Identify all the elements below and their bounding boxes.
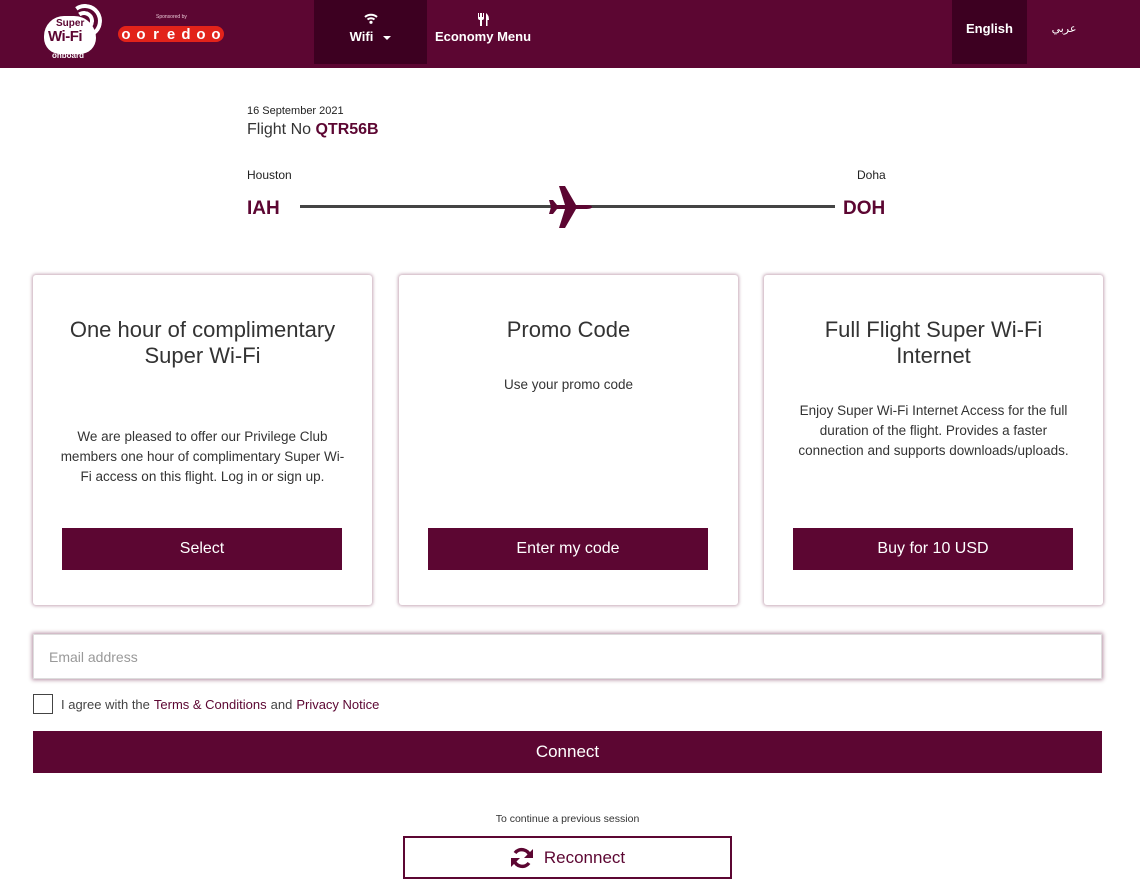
wifi-icon	[314, 13, 427, 25]
agree-prefix: I agree with the	[61, 696, 150, 712]
plan-card-complimentary: One hour of complimentary Super Wi-Fi We…	[33, 275, 372, 605]
ooredoo-logo: oore doo	[118, 24, 228, 44]
enter-code-button[interactable]: Enter my code	[428, 528, 708, 570]
top-header: Super Wi-Fi onboard Sponsored by oore do…	[0, 0, 1140, 68]
super-wifi-logo[interactable]: Super Wi-Fi onboard	[44, 1, 108, 62]
connect-button[interactable]: Connect	[33, 731, 1102, 773]
plan-title: Promo Code	[506, 317, 631, 342]
logo-text-onboard: onboard	[52, 51, 84, 60]
plan-description: We are pleased to offer our Privilege Cl…	[60, 429, 345, 484]
flight-number-value: QTR56B	[315, 121, 379, 138]
sponsor-label: Sponsored by	[156, 14, 187, 20]
plan-title: One hour of complimentary Super Wi-Fi	[69, 317, 336, 368]
reconnect-label: Reconnect	[543, 847, 626, 867]
agree-and: and	[270, 696, 293, 712]
destination-city: Doha	[857, 168, 886, 182]
agree-checkbox[interactable]	[33, 694, 53, 714]
flight-date: 16 September 2021	[247, 105, 344, 117]
nav-economy-menu-label: Economy Menu	[434, 29, 532, 44]
svg-text:o: o	[196, 26, 205, 43]
svg-text:e: e	[167, 26, 175, 43]
language-english[interactable]: English	[952, 0, 1027, 64]
nav-wifi-label: Wifi	[349, 29, 374, 44]
airplane-icon	[545, 186, 593, 228]
email-field[interactable]	[33, 634, 1102, 679]
svg-text:o: o	[136, 26, 145, 43]
nav-wifi[interactable]: Wifi	[314, 0, 427, 64]
cutlery-icon	[427, 13, 539, 26]
svg-text:o: o	[121, 26, 130, 43]
buy-button[interactable]: Buy for 10 USD	[793, 528, 1073, 570]
flight-number-label: Flight No	[247, 121, 312, 138]
destination-code: DOH	[843, 198, 886, 219]
plan-card-full-flight: Full Flight Super Wi-Fi Internet Enjoy S…	[764, 275, 1103, 605]
ooredoo-wordmark-icon: oore doo	[118, 26, 224, 43]
refresh-icon	[510, 847, 533, 868]
terms-link[interactable]: Terms & Conditions	[154, 697, 267, 712]
privacy-link[interactable]: Privacy Notice	[296, 697, 379, 712]
terms-agreement: I agree with the Terms & Conditions and …	[33, 694, 383, 714]
svg-text:r: r	[153, 26, 159, 43]
plan-description: Enjoy Super Wi-Fi Internet Access for th…	[798, 403, 1069, 458]
nav-economy-menu[interactable]: Economy Menu	[427, 0, 539, 64]
svg-text:d: d	[181, 26, 190, 43]
flight-number: Flight No QTR56B	[247, 121, 379, 139]
plan-title: Full Flight Super Wi-Fi Internet	[824, 317, 1043, 368]
svg-text:o: o	[211, 26, 220, 43]
origin-code: IAH	[247, 198, 280, 219]
plan-card-promo-code: Promo Code Use your promo code Enter my …	[399, 275, 738, 605]
plan-description: Use your promo code	[503, 377, 634, 392]
caret-down-icon	[383, 35, 392, 40]
continue-session-text: To continue a previous session	[495, 813, 640, 825]
logo-text-wifi: Wi-Fi	[48, 28, 83, 45]
select-button[interactable]: Select	[62, 528, 342, 570]
language-arabic[interactable]: عربي	[1030, 0, 1098, 64]
sponsor-logo: Sponsored by oore doo	[118, 12, 228, 52]
origin-city: Houston	[247, 168, 292, 182]
reconnect-button[interactable]: Reconnect	[403, 836, 732, 879]
